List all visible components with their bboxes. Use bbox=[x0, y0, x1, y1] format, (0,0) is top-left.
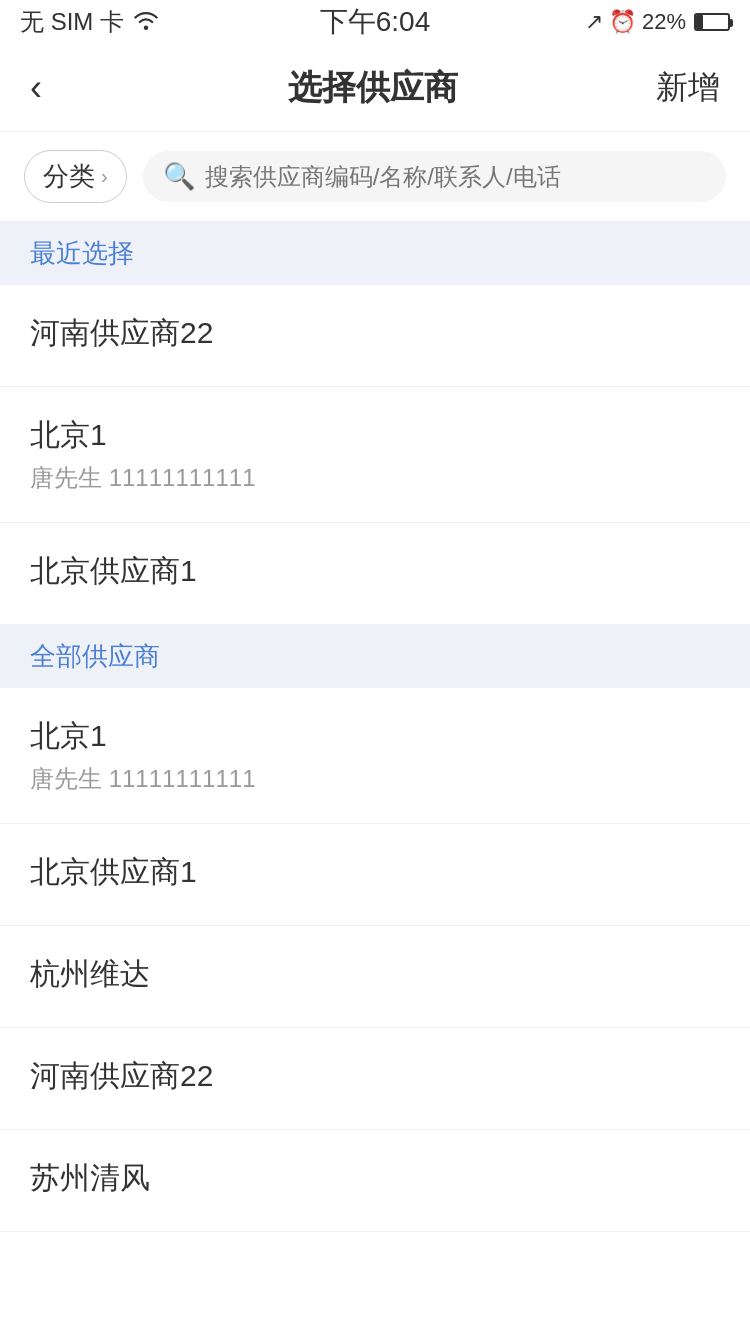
back-button[interactable]: ‹ bbox=[30, 67, 90, 109]
item-contact: 唐先生 11111111111 bbox=[30, 462, 720, 494]
list-item[interactable]: 河南供应商22 bbox=[0, 285, 750, 387]
item-name: 北京1 bbox=[30, 415, 720, 456]
item-name: 苏州清风 bbox=[30, 1158, 720, 1199]
item-name: 杭州维达 bbox=[30, 954, 720, 995]
status-right: ↗ ⏰ 22% bbox=[585, 9, 730, 35]
page-title: 选择供应商 bbox=[288, 65, 458, 111]
list-item[interactable]: 河南供应商22 bbox=[0, 1028, 750, 1130]
status-left: 无 SIM 卡 bbox=[20, 6, 160, 38]
alarm-icon: ⏰ bbox=[609, 9, 636, 35]
all-section-header: 全部供应商 bbox=[0, 625, 750, 688]
search-input[interactable] bbox=[205, 163, 706, 191]
recent-section-header: 最近选择 bbox=[0, 222, 750, 285]
wifi-icon bbox=[132, 8, 160, 36]
add-button[interactable]: 新增 bbox=[656, 66, 720, 110]
category-button[interactable]: 分类 › bbox=[24, 150, 127, 203]
nav-bar: ‹ 选择供应商 新增 bbox=[0, 44, 750, 132]
recent-list: 河南供应商22 北京1 唐先生 11111111111 北京供应商1 bbox=[0, 285, 750, 625]
item-name: 北京供应商1 bbox=[30, 852, 720, 893]
status-bar: 无 SIM 卡 下午6:04 ↗ ⏰ 22% bbox=[0, 0, 750, 44]
filter-bar: 分类 › 🔍 bbox=[0, 132, 750, 222]
category-label: 分类 bbox=[43, 159, 95, 194]
list-item[interactable]: 北京供应商1 bbox=[0, 824, 750, 926]
list-item[interactable]: 北京1 唐先生 11111111111 bbox=[0, 688, 750, 824]
search-icon: 🔍 bbox=[163, 161, 195, 192]
chevron-right-icon: › bbox=[101, 165, 108, 188]
all-list: 北京1 唐先生 11111111111 北京供应商1 杭州维达河南供应商22 苏州清风 bbox=[0, 688, 750, 1232]
status-time: 下午6:04 bbox=[320, 3, 431, 41]
location-icon: ↗ bbox=[585, 9, 603, 35]
list-item[interactable]: 杭州维达 bbox=[0, 926, 750, 1028]
list-item[interactable]: 苏州清风 bbox=[0, 1130, 750, 1232]
item-name: 河南供应商22 bbox=[30, 1056, 720, 1097]
battery-icon bbox=[694, 13, 730, 31]
item-name: 河南供应商22 bbox=[30, 313, 720, 354]
item-contact: 唐先生 11111111111 bbox=[30, 763, 720, 795]
battery-label: 22% bbox=[642, 9, 686, 35]
list-item[interactable]: 北京供应商1 bbox=[0, 523, 750, 625]
item-name: 北京供应商1 bbox=[30, 551, 720, 592]
item-name: 北京1 bbox=[30, 716, 720, 757]
carrier-label: 无 SIM 卡 bbox=[20, 6, 124, 38]
list-item[interactable]: 北京1 唐先生 11111111111 bbox=[0, 387, 750, 523]
search-box: 🔍 bbox=[143, 151, 726, 202]
